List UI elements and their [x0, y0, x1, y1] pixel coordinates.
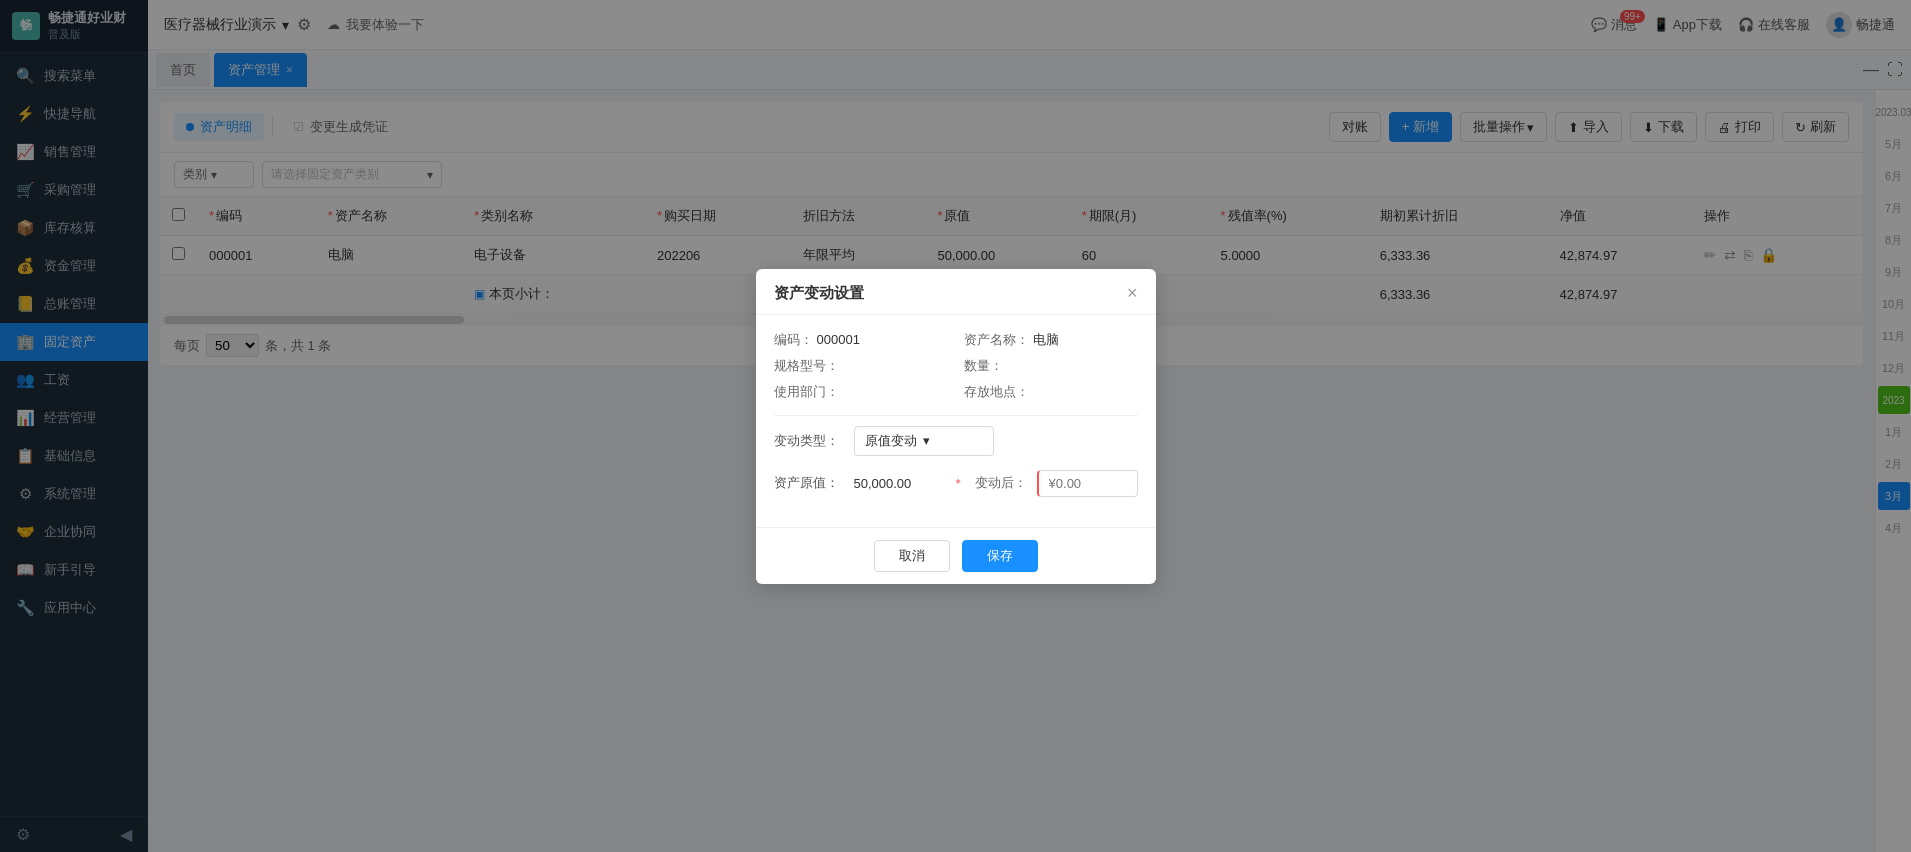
- dialog-body: 编码： 000001 资产名称： 电脑 规格型号： 数量： 使用部门：: [756, 315, 1156, 527]
- dialog-name-value: 电脑: [1033, 331, 1059, 349]
- change-type-select[interactable]: 原值变动 ▾: [854, 426, 994, 456]
- after-change-input[interactable]: [1037, 470, 1138, 497]
- change-type-value: 原值变动: [865, 432, 917, 450]
- cancel-button[interactable]: 取消: [874, 540, 950, 572]
- asset-change-dialog: 资产变动设置 × 编码： 000001 资产名称： 电脑 规格型号： 数量：: [756, 269, 1156, 584]
- dialog-code-value: 000001: [817, 332, 860, 347]
- dialog-spec-row: 规格型号：: [774, 357, 948, 375]
- dialog-spec-label: 规格型号：: [774, 357, 839, 375]
- dialog-location-label: 存放地点：: [964, 383, 1029, 401]
- dialog-overlay[interactable]: 资产变动设置 × 编码： 000001 资产名称： 电脑 规格型号： 数量：: [0, 0, 1911, 852]
- dialog-footer: 取消 保存: [756, 527, 1156, 584]
- dialog-original-value-field: 资产原值： 50,000.00 * 变动后：: [774, 470, 1138, 497]
- dialog-name-label: 资产名称：: [964, 331, 1029, 349]
- required-star: *: [956, 476, 961, 491]
- dialog-info-grid: 编码： 000001 资产名称： 电脑 规格型号： 数量： 使用部门：: [774, 331, 1138, 401]
- dialog-header: 资产变动设置 ×: [756, 269, 1156, 315]
- save-button[interactable]: 保存: [962, 540, 1038, 572]
- dialog-name-row: 资产名称： 电脑: [964, 331, 1138, 349]
- dialog-original-value: 50,000.00: [854, 476, 934, 491]
- dialog-title: 资产变动设置: [774, 284, 864, 303]
- dialog-original-value-label: 资产原值：: [774, 474, 844, 492]
- dialog-change-type-label: 变动类型：: [774, 432, 844, 450]
- dialog-change-type-field: 变动类型： 原值变动 ▾: [774, 426, 1138, 456]
- after-change-label: 变动后：: [975, 474, 1027, 492]
- dialog-quantity-row: 数量：: [964, 357, 1138, 375]
- dialog-quantity-label: 数量：: [964, 357, 1003, 375]
- dialog-location-row: 存放地点：: [964, 383, 1138, 401]
- dialog-code-label: 编码：: [774, 331, 813, 349]
- dialog-divider: [774, 415, 1138, 416]
- chevron-down-icon: ▾: [923, 433, 930, 448]
- dialog-close-btn[interactable]: ×: [1127, 283, 1138, 304]
- dialog-code-row: 编码： 000001: [774, 331, 948, 349]
- dialog-dept-label: 使用部门：: [774, 383, 839, 401]
- dialog-dept-row: 使用部门：: [774, 383, 948, 401]
